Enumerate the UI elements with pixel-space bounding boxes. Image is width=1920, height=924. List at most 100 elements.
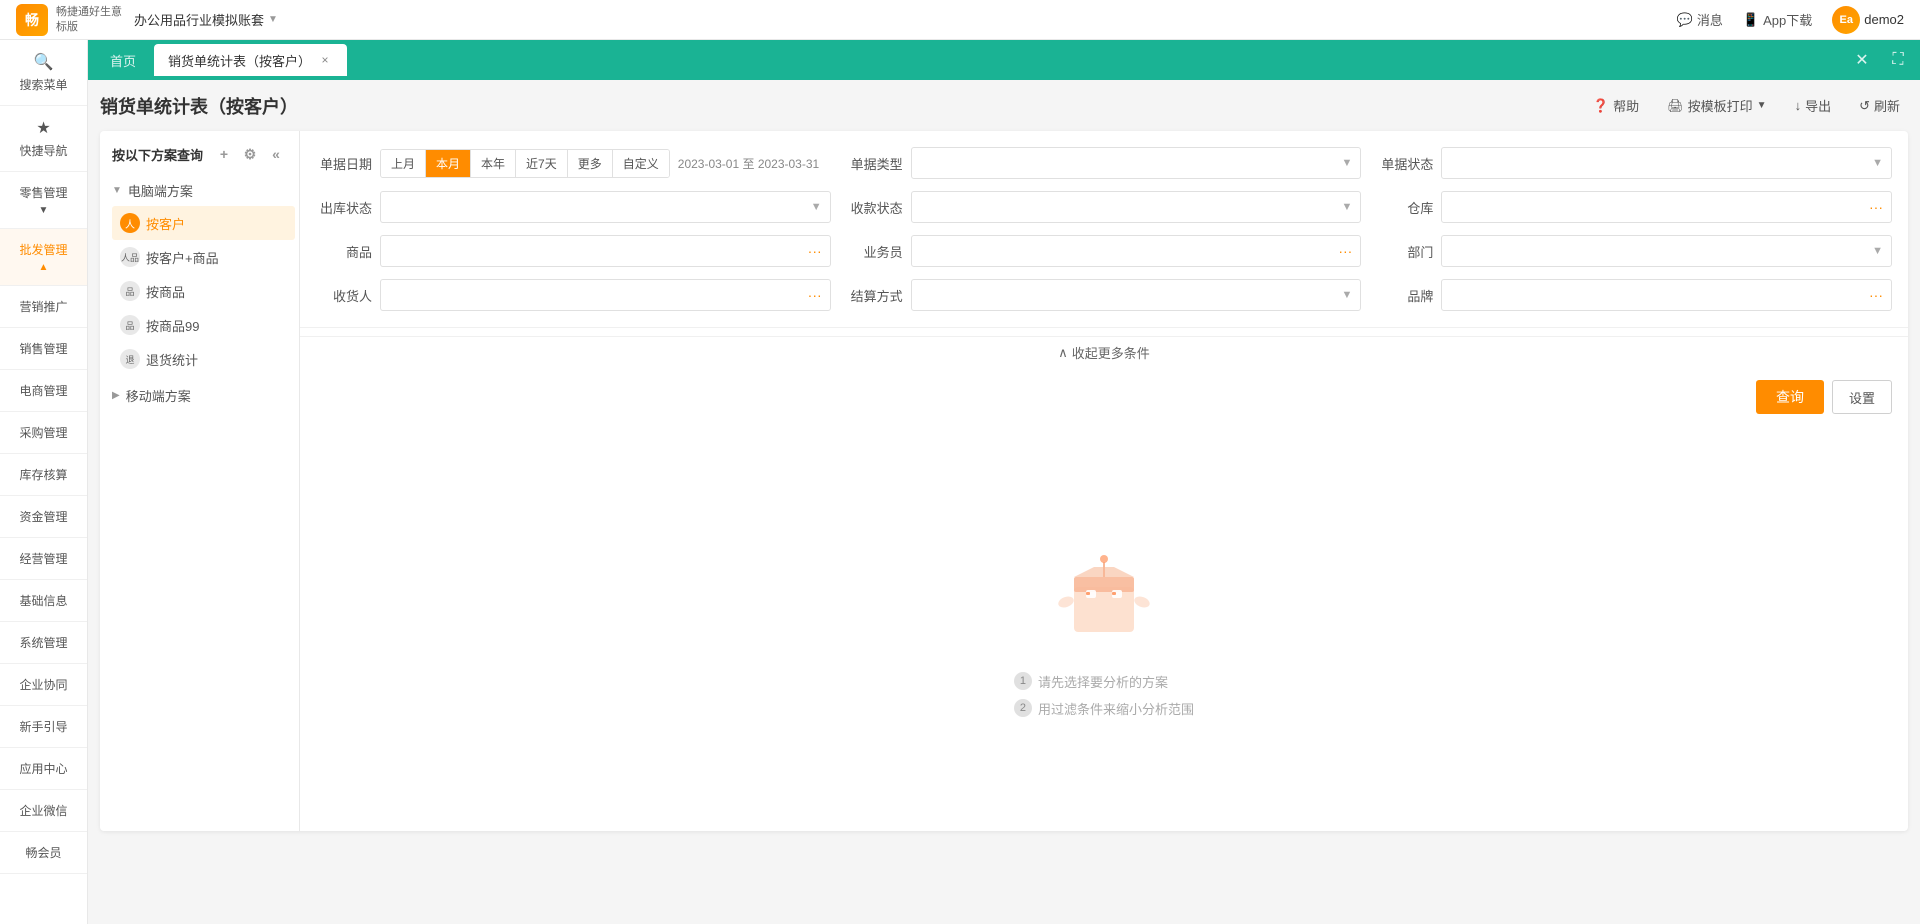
filter-warehouse: 仓库 ···: [1377, 191, 1892, 223]
tab-close-button[interactable]: ×: [317, 52, 333, 68]
window-maximize-button[interactable]: ⛶: [1884, 46, 1912, 74]
tree-group-desktop-header[interactable]: ▼ 电脑端方案: [104, 175, 295, 206]
dept-select[interactable]: ▼: [1441, 235, 1892, 267]
chevron-down-icon: ▼: [811, 201, 822, 213]
filter-receipt-status: 收款状态 ▼: [847, 191, 1362, 223]
sidebar-item-basic-info[interactable]: 基础信息: [0, 580, 87, 622]
sidebar-item-member[interactable]: 畅会员: [0, 832, 87, 874]
warehouse-select[interactable]: ···: [1441, 191, 1892, 223]
sidebar-item-label: 资金管理: [19, 508, 67, 525]
page-content: 销货单统计表（按客户） ❓ 帮助 🖨 按模板打印 ▼ ↓ 导出: [88, 80, 1920, 924]
date-tab-this-year[interactable]: 本年: [471, 150, 516, 177]
filter-dept: 部门 ▼: [1377, 235, 1892, 267]
out-status-select[interactable]: ▼: [380, 191, 831, 223]
brand-select[interactable]: ···: [1441, 279, 1892, 311]
user-area[interactable]: Ea demo2: [1832, 6, 1904, 34]
out-status-label: 出库状态: [316, 198, 372, 217]
collapse-button[interactable]: ∧ 收起更多条件: [300, 336, 1908, 368]
active-scheme-icon: 人: [120, 213, 140, 233]
sidebar-item-label: 电商管理: [19, 382, 67, 399]
app-selector[interactable]: 办公用品行业模拟账套 ▼: [134, 10, 278, 29]
sidebar-item-marketing[interactable]: 营销推广: [0, 286, 87, 328]
filter-area: 单据日期 上月 本月 本年 近7天 更多 自定义: [300, 131, 1908, 328]
filter-salesman: 业务员 ···: [847, 235, 1362, 267]
scheme-icon: 退: [120, 349, 140, 369]
filter-results-panel: 单据日期 上月 本月 本年 近7天 更多 自定义: [300, 131, 1908, 831]
add-scheme-button[interactable]: +: [213, 143, 235, 165]
tab-bar: 首页 销货单统计表（按客户） × ✕ ⛶: [88, 40, 1920, 80]
hint-number-2: 2: [1014, 699, 1032, 717]
tree-leaf-return-stats[interactable]: 退 退货统计: [112, 342, 295, 376]
date-tab-last-month[interactable]: 上月: [381, 150, 426, 177]
help-button[interactable]: ❓ 帮助: [1585, 92, 1647, 119]
payment-method-label: 结算方式: [847, 286, 903, 305]
window-close-button[interactable]: ✕: [1848, 46, 1876, 74]
more-icon: ···: [1338, 243, 1352, 259]
date-tab-more[interactable]: 更多: [568, 150, 613, 177]
filter-receiver: 收货人 ···: [316, 279, 831, 311]
date-filter-control: 上月 本月 本年 近7天 更多 自定义 2023-03-01 至 2023-03…: [380, 149, 831, 178]
scheme-collapse-button[interactable]: «: [265, 143, 287, 165]
print-button[interactable]: 🖨 按模板打印 ▼: [1659, 92, 1774, 119]
sidebar-item-label: 快捷导航: [19, 142, 67, 159]
sidebar-item-system[interactable]: 系统管理: [0, 622, 87, 664]
sidebar-item-wholesale[interactable]: 批发管理 ▲: [0, 229, 87, 286]
sidebar-item-label: 系统管理: [19, 634, 67, 651]
goods-label: 商品: [316, 242, 372, 261]
receipt-status-select[interactable]: ▼: [911, 191, 1362, 223]
sidebar-item-workwx[interactable]: 企业微信: [0, 790, 87, 832]
sidebar-item-quicknav[interactable]: ★ 快捷导航: [0, 106, 87, 172]
sidebar-item-finance[interactable]: 资金管理: [0, 496, 87, 538]
sidebar-item-operations[interactable]: 经营管理: [0, 538, 87, 580]
date-tab-this-month[interactable]: 本月: [426, 150, 471, 177]
settings-button[interactable]: 设置: [1832, 380, 1892, 414]
sidebar-item-label: 批发管理: [19, 241, 67, 258]
tree-group-mobile-header[interactable]: ▶ 移动端方案: [104, 380, 295, 411]
scheme-settings-button[interactable]: ⚙: [239, 143, 261, 165]
tree-leaf-by-goods[interactable]: 品 按商品: [112, 274, 295, 308]
doc-type-select[interactable]: ▼: [911, 147, 1362, 179]
scheme-panel-actions: + ⚙ «: [213, 143, 287, 165]
date-tab-custom[interactable]: 自定义: [613, 150, 669, 177]
sidebar-item-beginner[interactable]: 新手引导: [0, 706, 87, 748]
avatar: Ea: [1832, 6, 1860, 34]
page-header: 销货单统计表（按客户） ❓ 帮助 🖨 按模板打印 ▼ ↓ 导出: [100, 92, 1908, 119]
scheme-icon: 品: [120, 281, 140, 301]
chevron-down-icon: ▼: [112, 185, 122, 196]
sidebar-item-sales[interactable]: 销售管理: [0, 328, 87, 370]
export-icon: ↓: [1795, 98, 1802, 113]
logo-area: 畅 畅捷通好生意 标版: [16, 4, 122, 36]
query-button[interactable]: 查询: [1756, 380, 1824, 414]
tab-sales-stats[interactable]: 销货单统计表（按客户） ×: [154, 44, 347, 76]
sidebar-item-retail[interactable]: 零售管理 ▼: [0, 172, 87, 229]
message-button[interactable]: 💬 消息: [1677, 10, 1723, 29]
salesman-select[interactable]: ···: [911, 235, 1362, 267]
chevron-icon: ▼: [39, 205, 49, 216]
sidebar-item-label: 销售管理: [19, 340, 67, 357]
warehouse-label: 仓库: [1377, 198, 1433, 217]
app-download-button[interactable]: 📱 App下载: [1743, 10, 1812, 29]
sidebar-item-appcenter[interactable]: 应用中心: [0, 748, 87, 790]
chevron-right-icon: ▶: [112, 390, 120, 401]
page-title: 销货单统计表（按客户）: [100, 93, 298, 119]
sidebar-item-label: 采购管理: [19, 424, 67, 441]
sidebar-item-enterprise[interactable]: 企业协同: [0, 664, 87, 706]
sidebar-item-inventory[interactable]: 库存核算: [0, 454, 87, 496]
date-tabs: 上月 本月 本年 近7天 更多 自定义: [380, 149, 670, 178]
doc-status-select[interactable]: ▼: [1441, 147, 1892, 179]
tree-leaf-by-goods99[interactable]: 品 按商品99: [112, 308, 295, 342]
date-tab-7days[interactable]: 近7天: [516, 150, 568, 177]
print-icon: 🖨: [1667, 98, 1684, 114]
tab-home[interactable]: 首页: [96, 44, 150, 76]
sidebar-item-ecommerce[interactable]: 电商管理: [0, 370, 87, 412]
receiver-select[interactable]: ···: [380, 279, 831, 311]
tree-leaf-by-customer[interactable]: 人 按客户: [112, 206, 295, 240]
sidebar-item-search[interactable]: 🔍 搜索菜单: [0, 40, 87, 106]
sidebar-item-label: 畅会员: [25, 844, 61, 861]
tree-leaf-by-customer-goods[interactable]: 人品 按客户+商品: [112, 240, 295, 274]
export-button[interactable]: ↓ 导出: [1787, 92, 1840, 119]
sidebar-item-purchase[interactable]: 采购管理: [0, 412, 87, 454]
payment-method-select[interactable]: ▼: [911, 279, 1362, 311]
refresh-button[interactable]: ↺ 刷新: [1851, 92, 1908, 119]
goods-select[interactable]: ···: [380, 235, 831, 267]
